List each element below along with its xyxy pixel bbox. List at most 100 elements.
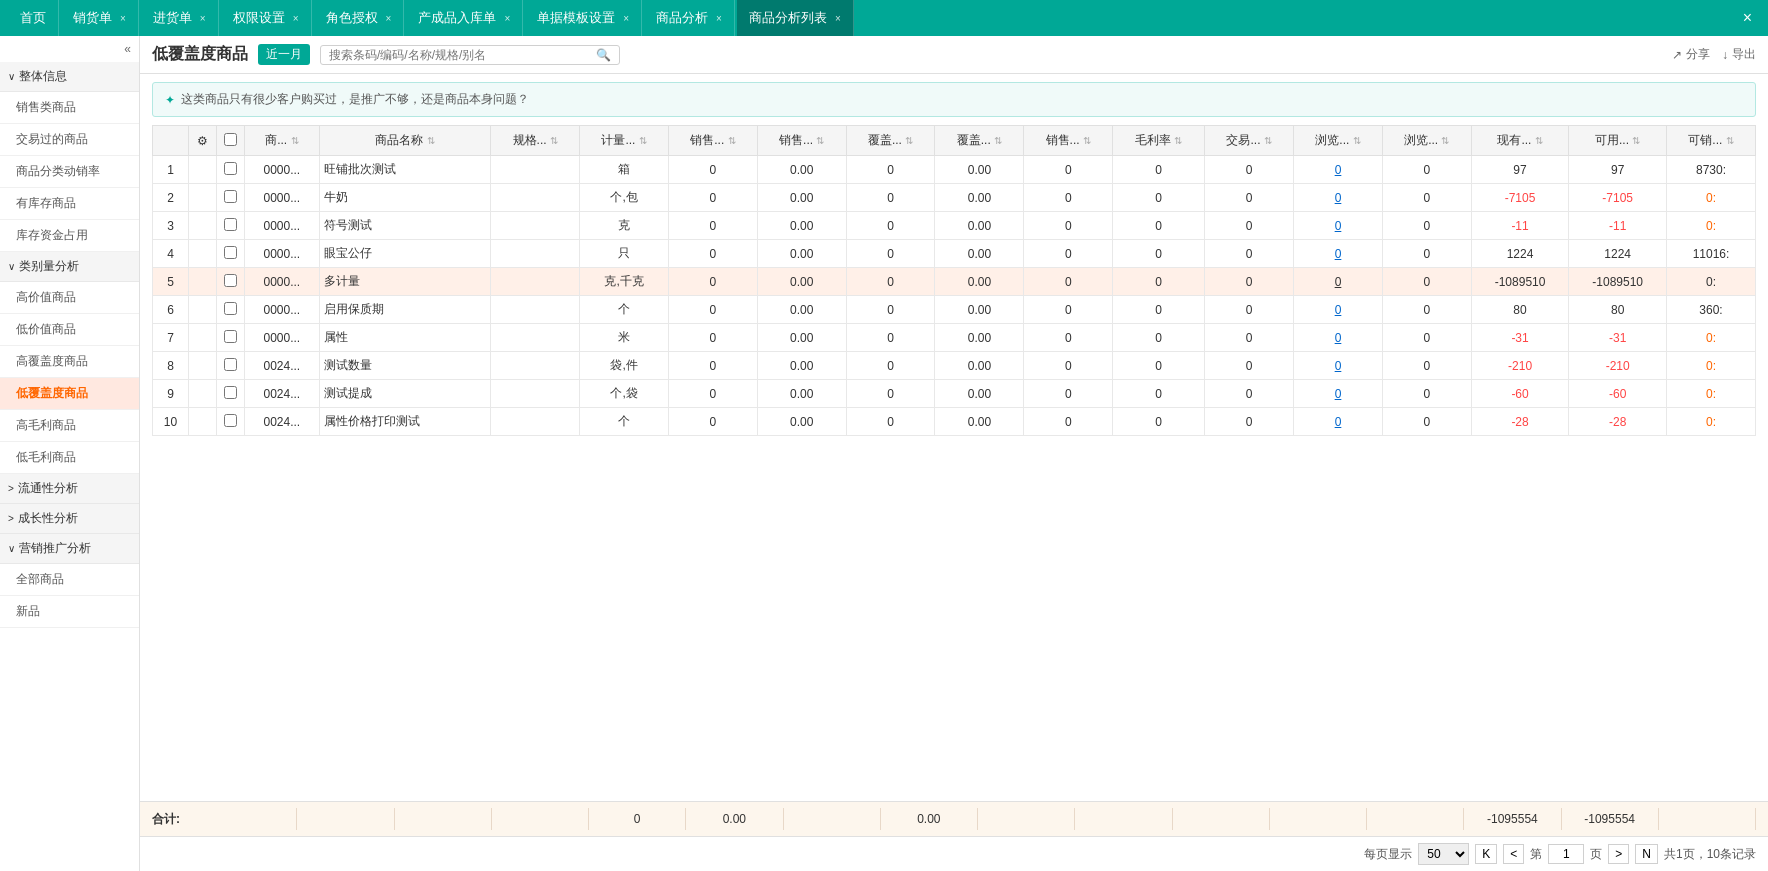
cell-name[interactable]: 旺铺批次测试	[319, 156, 491, 184]
tab-sales[interactable]: 销货单 ×	[61, 0, 139, 36]
cell-checkbox[interactable]	[217, 156, 245, 184]
sidebar-item-stock-goods[interactable]: 有库存商品	[0, 188, 139, 220]
sidebar-item-new-goods[interactable]: 新品	[0, 596, 139, 628]
col-sales3[interactable]: 销售... ⇅	[1024, 126, 1113, 156]
row-checkbox[interactable]	[224, 330, 237, 343]
row-checkbox[interactable]	[224, 302, 237, 315]
last-page-button[interactable]: N	[1635, 844, 1658, 864]
cell-name[interactable]: 多计量	[319, 268, 491, 296]
cell-name[interactable]: 属性价格打印测试	[319, 408, 491, 436]
sidebar-toggle-button[interactable]: «	[0, 36, 139, 62]
col-sales-qty[interactable]: 销售... ⇅	[669, 126, 758, 156]
sidebar-section-growth[interactable]: > 成长性分析	[0, 504, 139, 534]
cell-name[interactable]: 测试提成	[319, 380, 491, 408]
col-trade[interactable]: 交易... ⇅	[1205, 126, 1294, 156]
cell-browse1[interactable]: 0	[1294, 240, 1383, 268]
cell-browse1[interactable]: 0	[1294, 156, 1383, 184]
search-box[interactable]: 🔍	[320, 45, 620, 65]
tab-goods-analysis-list[interactable]: 商品分析列表 ×	[737, 0, 854, 36]
sidebar-item-all-goods[interactable]: 全部商品	[0, 564, 139, 596]
tab-goods-analysis-close[interactable]: ×	[716, 13, 722, 24]
row-checkbox[interactable]	[224, 218, 237, 231]
col-unit[interactable]: 计量... ⇅	[580, 126, 669, 156]
cell-browse1[interactable]: 0	[1294, 268, 1383, 296]
cell-name[interactable]: 测试数量	[319, 352, 491, 380]
col-saleable[interactable]: 可销... ⇅	[1666, 126, 1755, 156]
cell-checkbox[interactable]	[217, 268, 245, 296]
sidebar-section-overall[interactable]: ∨ 整体信息	[0, 62, 139, 92]
cell-browse1[interactable]: 0	[1294, 352, 1383, 380]
time-badge[interactable]: 近一月	[258, 44, 310, 65]
col-available[interactable]: 可用... ⇅	[1569, 126, 1667, 156]
sidebar-item-low-coverage[interactable]: 低覆盖度商品	[0, 378, 139, 410]
cell-checkbox[interactable]	[217, 296, 245, 324]
sidebar-item-high-value[interactable]: 高价值商品	[0, 282, 139, 314]
row-checkbox[interactable]	[224, 274, 237, 287]
cell-browse1[interactable]: 0	[1294, 408, 1383, 436]
col-cov2[interactable]: 覆盖... ⇅	[935, 126, 1024, 156]
first-page-button[interactable]: K	[1475, 844, 1497, 864]
tab-product-storage[interactable]: 产成品入库单 ×	[406, 0, 523, 36]
tab-permissions-close[interactable]: ×	[293, 13, 299, 24]
sidebar-item-high-margin[interactable]: 高毛利商品	[0, 410, 139, 442]
cell-browse1[interactable]: 0	[1294, 296, 1383, 324]
search-icon[interactable]: 🔍	[596, 48, 611, 62]
col-margin[interactable]: 毛利率 ⇅	[1113, 126, 1205, 156]
next-page-button[interactable]: >	[1608, 844, 1629, 864]
sidebar-item-low-value[interactable]: 低价值商品	[0, 314, 139, 346]
sidebar-item-capital[interactable]: 库存资金占用	[0, 220, 139, 252]
cell-name[interactable]: 眼宝公仔	[319, 240, 491, 268]
window-close-button[interactable]: ×	[1735, 5, 1760, 31]
tab-purchase[interactable]: 进货单 ×	[141, 0, 219, 36]
cell-name[interactable]: 启用保质期	[319, 296, 491, 324]
tab-sales-close[interactable]: ×	[120, 13, 126, 24]
col-name[interactable]: 商品名称 ⇅	[319, 126, 491, 156]
cell-name[interactable]: 符号测试	[319, 212, 491, 240]
tab-roles[interactable]: 角色授权 ×	[314, 0, 405, 36]
select-all-checkbox[interactable]	[224, 133, 237, 146]
col-sales-amt[interactable]: 销售... ⇅	[757, 126, 846, 156]
row-checkbox[interactable]	[224, 246, 237, 259]
col-browse2[interactable]: 浏览... ⇅	[1382, 126, 1471, 156]
col-checkbox[interactable]	[217, 126, 245, 156]
prev-page-button[interactable]: <	[1503, 844, 1524, 864]
sidebar-item-traded-goods[interactable]: 交易过的商品	[0, 124, 139, 156]
col-browse1[interactable]: 浏览... ⇅	[1294, 126, 1383, 156]
cell-name[interactable]: 属性	[319, 324, 491, 352]
cell-checkbox[interactable]	[217, 408, 245, 436]
col-settings[interactable]: ⚙	[189, 126, 217, 156]
tab-home[interactable]: 首页	[8, 0, 59, 36]
col-spec[interactable]: 规格... ⇅	[491, 126, 580, 156]
row-checkbox[interactable]	[224, 162, 237, 175]
cell-checkbox[interactable]	[217, 380, 245, 408]
tab-goods-analysis[interactable]: 商品分析 ×	[644, 0, 735, 36]
tab-product-storage-close[interactable]: ×	[504, 13, 510, 24]
sidebar-section-sku[interactable]: ∨ 类别量分析	[0, 252, 139, 282]
page-size-select[interactable]: 50 100 200	[1418, 843, 1469, 865]
col-code[interactable]: 商... ⇅	[245, 126, 320, 156]
cell-name[interactable]: 牛奶	[319, 184, 491, 212]
cell-checkbox[interactable]	[217, 184, 245, 212]
tab-template-settings-close[interactable]: ×	[623, 13, 629, 24]
tab-template-settings[interactable]: 单据模板设置 ×	[525, 0, 642, 36]
cell-checkbox[interactable]	[217, 352, 245, 380]
row-checkbox[interactable]	[224, 358, 237, 371]
sidebar-item-sales-goods[interactable]: 销售类商品	[0, 92, 139, 124]
cell-checkbox[interactable]	[217, 324, 245, 352]
sidebar-section-flow[interactable]: > 流通性分析	[0, 474, 139, 504]
tab-goods-analysis-list-close[interactable]: ×	[835, 13, 841, 24]
cell-browse1[interactable]: 0	[1294, 184, 1383, 212]
sidebar-item-low-margin[interactable]: 低毛利商品	[0, 442, 139, 474]
export-button[interactable]: ↓ 导出	[1722, 46, 1756, 63]
cell-browse1[interactable]: 0	[1294, 324, 1383, 352]
sidebar-item-high-coverage[interactable]: 高覆盖度商品	[0, 346, 139, 378]
search-input[interactable]	[329, 48, 592, 62]
row-checkbox[interactable]	[224, 414, 237, 427]
cell-checkbox[interactable]	[217, 212, 245, 240]
tab-roles-close[interactable]: ×	[386, 13, 392, 24]
row-checkbox[interactable]	[224, 386, 237, 399]
cell-browse1[interactable]: 0	[1294, 380, 1383, 408]
col-cov1[interactable]: 覆盖... ⇅	[846, 126, 935, 156]
cell-browse1[interactable]: 0	[1294, 212, 1383, 240]
tab-purchase-close[interactable]: ×	[200, 13, 206, 24]
